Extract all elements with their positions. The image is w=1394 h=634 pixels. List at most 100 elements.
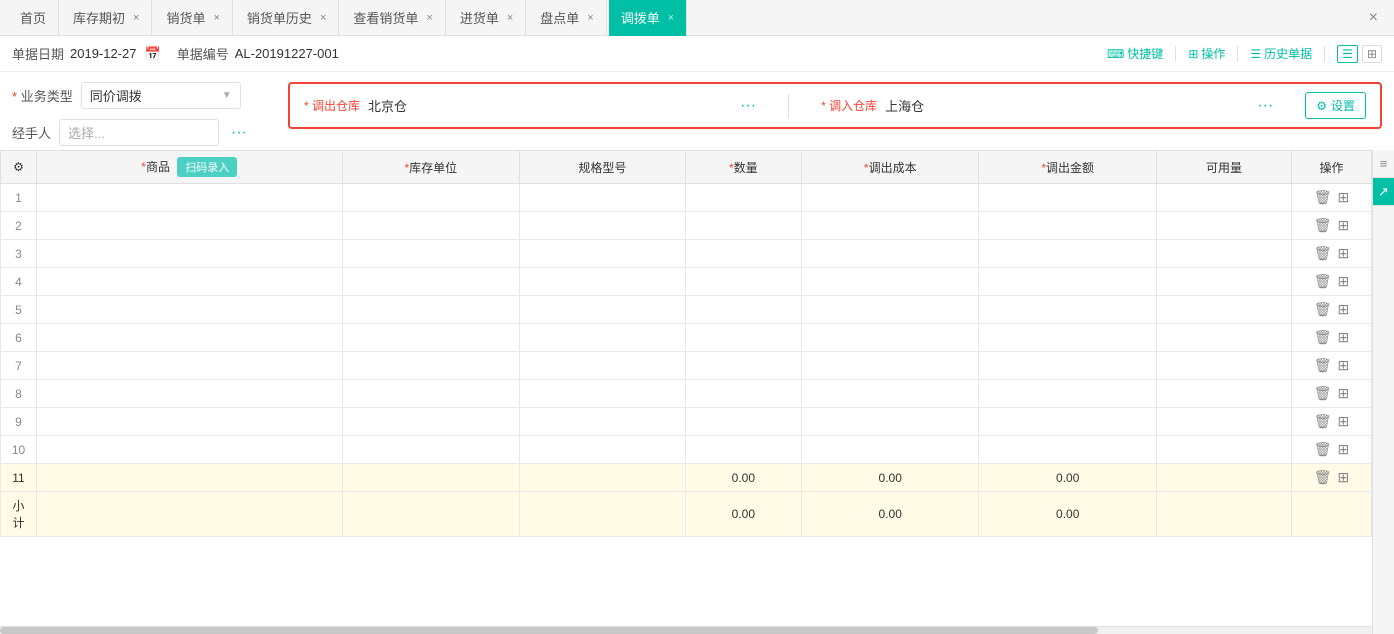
delete-icon[interactable]: 🗑 xyxy=(1314,385,1332,402)
row-amount[interactable] xyxy=(979,212,1156,240)
row-amount[interactable] xyxy=(979,296,1156,324)
row-cost[interactable] xyxy=(802,240,979,268)
row-unit[interactable] xyxy=(342,184,519,212)
row-amount[interactable] xyxy=(979,268,1156,296)
delete-icon[interactable]: 🗑 xyxy=(1314,441,1332,458)
row-cost[interactable] xyxy=(802,212,979,240)
delete-icon[interactable]: 🗑 xyxy=(1314,357,1332,374)
row-amount[interactable] xyxy=(979,408,1156,436)
row-spec[interactable] xyxy=(520,380,686,408)
list-view-button[interactable]: ☰ xyxy=(1337,45,1358,63)
row-spec[interactable] xyxy=(520,268,686,296)
row-product[interactable] xyxy=(37,436,343,464)
copy-icon[interactable]: ⊞ xyxy=(1338,301,1350,318)
operation-button[interactable]: ⊞ 操作 xyxy=(1188,45,1225,62)
tab-sales-history[interactable]: 销货单历史 × xyxy=(235,0,339,36)
row-quantity[interactable] xyxy=(685,324,801,352)
tab-purchase-order[interactable]: 进货单 × xyxy=(448,0,526,36)
row-amount[interactable] xyxy=(979,240,1156,268)
sidebar-export-icon[interactable]: ↗ xyxy=(1373,178,1394,206)
gear-icon[interactable]: ⚙ xyxy=(13,160,24,174)
tab-view-sales[interactable]: 查看销货单 × xyxy=(341,0,445,36)
row-spec[interactable] xyxy=(520,408,686,436)
close-icon[interactable]: × xyxy=(668,12,674,24)
row-cost[interactable] xyxy=(802,268,979,296)
row-unit[interactable] xyxy=(342,268,519,296)
delete-icon[interactable]: 🗑 xyxy=(1314,469,1332,486)
copy-icon[interactable]: ⊞ xyxy=(1338,217,1350,234)
row-product[interactable] xyxy=(37,324,343,352)
row-quantity[interactable] xyxy=(685,436,801,464)
grid-view-button[interactable]: ⊞ xyxy=(1362,45,1382,63)
row-quantity[interactable] xyxy=(685,184,801,212)
close-icon[interactable]: × xyxy=(213,12,219,24)
row-cost[interactable] xyxy=(802,352,979,380)
row-cost[interactable] xyxy=(802,436,979,464)
row-spec[interactable] xyxy=(520,296,686,324)
scan-button[interactable]: 扫码录入 xyxy=(177,157,237,177)
copy-icon[interactable]: ⊞ xyxy=(1338,413,1350,430)
row-product[interactable] xyxy=(37,408,343,436)
delete-icon[interactable]: 🗑 xyxy=(1314,189,1332,206)
row-product[interactable] xyxy=(37,184,343,212)
close-icon[interactable]: × xyxy=(320,12,326,24)
business-type-select[interactable]: 同价调拨 ▼ xyxy=(81,82,241,109)
close-icon[interactable]: × xyxy=(133,12,139,24)
tab-stocktake[interactable]: 盘点单 × xyxy=(528,0,606,36)
calendar-icon[interactable]: 📅 xyxy=(145,46,161,62)
row-spec[interactable] xyxy=(520,324,686,352)
row-unit[interactable] xyxy=(342,380,519,408)
row-unit[interactable] xyxy=(342,240,519,268)
tab-transfer[interactable]: 调拨单 × xyxy=(609,0,687,36)
history-button[interactable]: ☰ 历史单据 xyxy=(1250,45,1312,62)
sidebar-list-icon[interactable]: ≡ xyxy=(1373,150,1394,178)
horizontal-scrollbar[interactable] xyxy=(0,626,1372,634)
row-amount[interactable] xyxy=(979,352,1156,380)
row-cost[interactable] xyxy=(802,296,979,324)
copy-icon[interactable]: ⊞ xyxy=(1338,357,1350,374)
row-product[interactable] xyxy=(37,212,343,240)
row-quantity[interactable] xyxy=(685,380,801,408)
copy-icon[interactable]: ⊞ xyxy=(1338,273,1350,290)
row-unit[interactable] xyxy=(342,212,519,240)
row-spec[interactable] xyxy=(520,240,686,268)
delete-icon[interactable]: 🗑 xyxy=(1314,273,1332,290)
delete-icon[interactable]: 🗑 xyxy=(1314,413,1332,430)
delete-icon[interactable]: 🗑 xyxy=(1314,245,1332,262)
close-icon[interactable]: × xyxy=(426,12,432,24)
row-cost[interactable] xyxy=(802,380,979,408)
row-quantity[interactable] xyxy=(685,212,801,240)
row-amount[interactable] xyxy=(979,436,1156,464)
row-spec[interactable] xyxy=(520,436,686,464)
warehouse-in-more-button[interactable]: ··· xyxy=(1257,97,1273,115)
row-unit[interactable] xyxy=(342,408,519,436)
row-product[interactable] xyxy=(37,240,343,268)
row-quantity[interactable] xyxy=(685,408,801,436)
close-icon[interactable]: × xyxy=(587,12,593,24)
row-spec[interactable] xyxy=(520,352,686,380)
settings-button[interactable]: ⚙ 设置 xyxy=(1305,92,1366,119)
row-amount[interactable] xyxy=(979,324,1156,352)
row-quantity[interactable] xyxy=(685,240,801,268)
row-product[interactable] xyxy=(37,352,343,380)
close-all-button[interactable]: × xyxy=(1361,9,1386,27)
copy-icon[interactable]: ⊞ xyxy=(1338,329,1350,346)
shortcut-button[interactable]: ⌨ 快捷键 xyxy=(1107,45,1163,62)
close-icon[interactable]: × xyxy=(507,12,513,24)
row-product[interactable] xyxy=(37,296,343,324)
row-unit[interactable] xyxy=(342,352,519,380)
tab-inventory-init[interactable]: 库存期初 × xyxy=(61,0,152,36)
copy-icon[interactable]: ⊞ xyxy=(1338,441,1350,458)
tab-home[interactable]: 首页 xyxy=(8,0,59,36)
row-quantity[interactable] xyxy=(685,352,801,380)
copy-icon[interactable]: ⊞ xyxy=(1338,189,1350,206)
delete-icon[interactable]: 🗑 xyxy=(1314,329,1332,346)
row-spec[interactable] xyxy=(520,212,686,240)
row-amount[interactable] xyxy=(979,184,1156,212)
handler-more-button[interactable]: ··· xyxy=(231,124,247,142)
row-amount[interactable] xyxy=(979,380,1156,408)
copy-icon[interactable]: ⊞ xyxy=(1338,245,1350,262)
row-cost[interactable] xyxy=(802,324,979,352)
handler-select[interactable]: 选择... xyxy=(59,119,219,146)
row-cost[interactable] xyxy=(802,408,979,436)
